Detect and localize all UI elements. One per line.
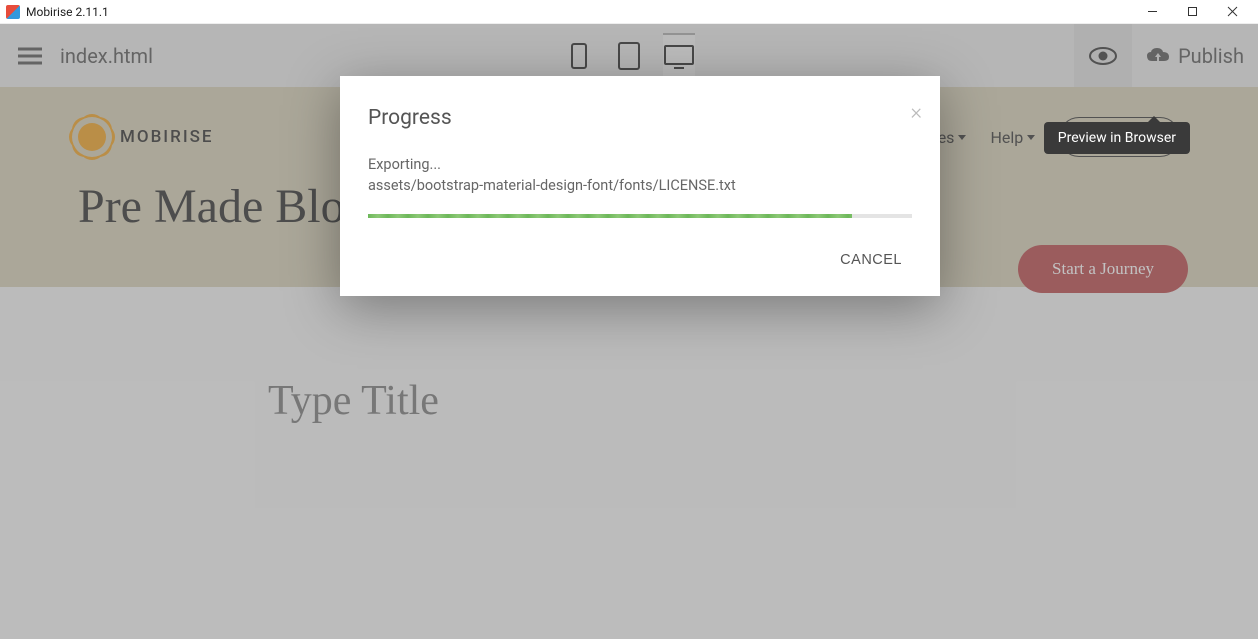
minimize-button[interactable] <box>1132 0 1172 24</box>
modal-status-line2: assets/bootstrap-material-design-font/fo… <box>368 177 912 194</box>
window-titlebar: Mobirise 2.11.1 <box>0 0 1258 24</box>
close-button[interactable] <box>1212 0 1252 24</box>
progress-bar <box>368 214 912 218</box>
progress-modal: × Progress Exporting... assets/bootstrap… <box>340 76 940 296</box>
modal-title: Progress <box>368 106 912 130</box>
preview-tooltip: Preview in Browser <box>1044 122 1190 154</box>
modal-status-line1: Exporting... <box>368 156 912 173</box>
window-title: Mobirise 2.11.1 <box>26 5 1132 19</box>
app-window: index.html Publish MOBIRISE atures <box>0 24 1258 639</box>
maximize-button[interactable] <box>1172 0 1212 24</box>
progress-fill <box>368 214 852 218</box>
modal-actions: CANCEL <box>368 246 912 274</box>
window-controls <box>1132 0 1252 24</box>
app-icon <box>6 5 20 19</box>
cancel-button[interactable]: CANCEL <box>830 246 912 274</box>
modal-close-button[interactable]: × <box>910 100 922 125</box>
